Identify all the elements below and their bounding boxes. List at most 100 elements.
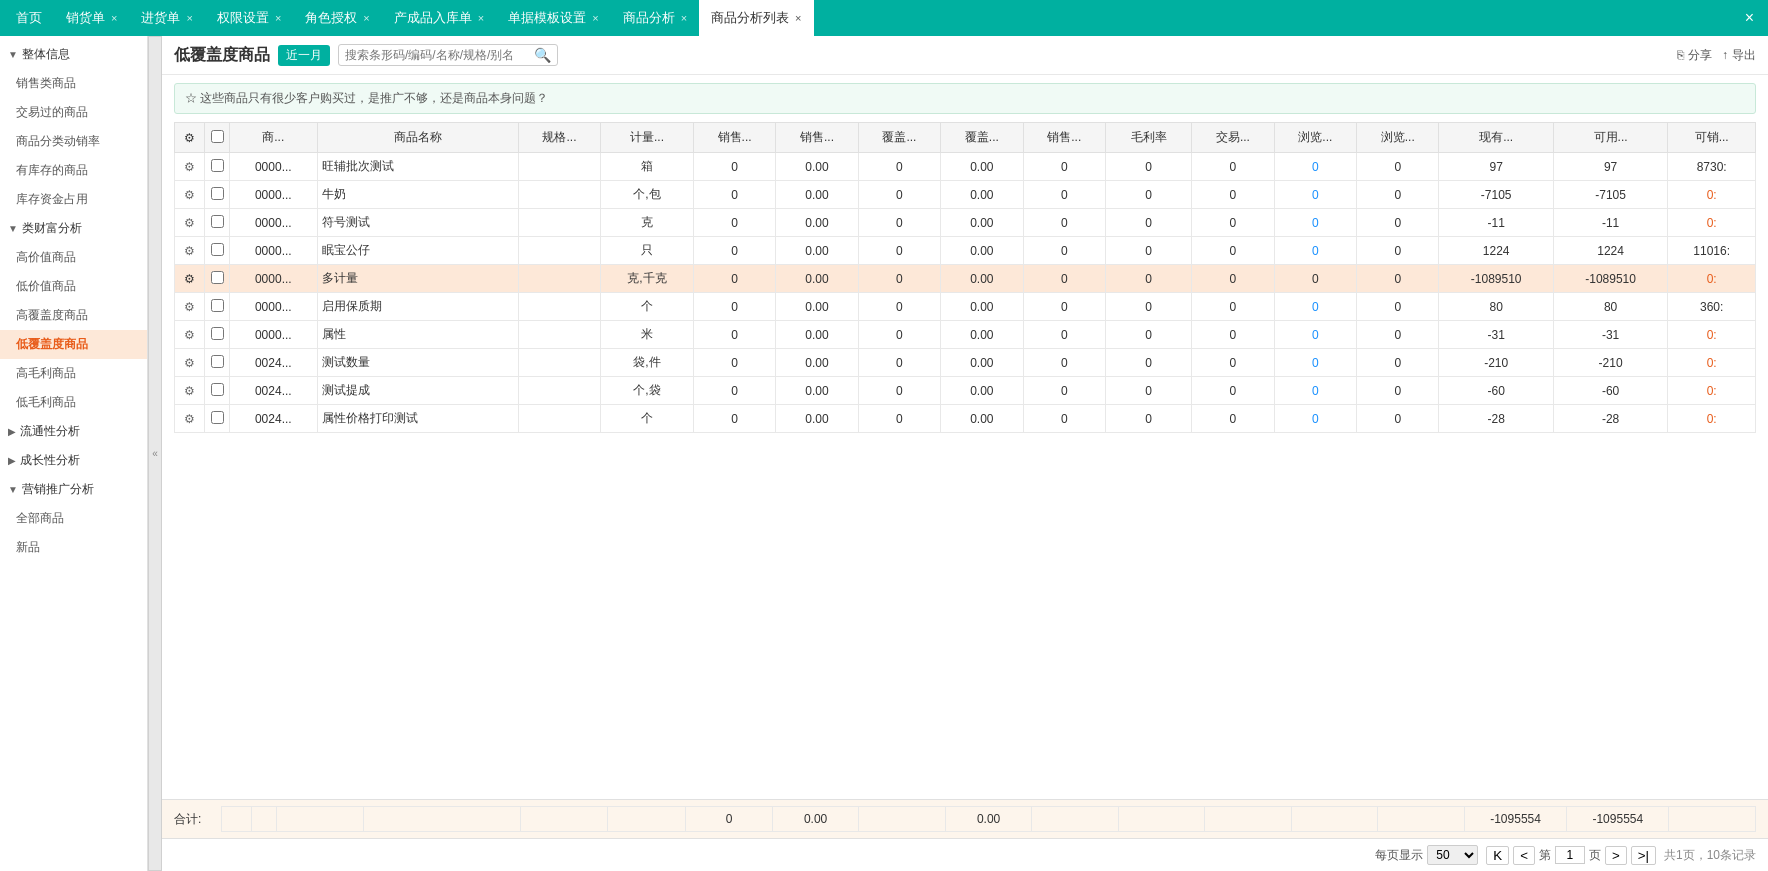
col-trans[interactable]: 交易... — [1192, 123, 1274, 153]
search-icon[interactable]: 🔍 — [534, 47, 551, 63]
sidebar-item-low-cover[interactable]: 低覆盖度商品 — [0, 330, 147, 359]
col-browse2[interactable]: 浏览... — [1357, 123, 1439, 153]
nav-sales[interactable]: 销货单 × — [54, 0, 129, 36]
row-check[interactable] — [205, 377, 230, 405]
row-check[interactable] — [205, 321, 230, 349]
row-settings[interactable]: ⚙ — [175, 321, 205, 349]
col-check[interactable] — [205, 123, 230, 153]
row-check[interactable] — [205, 293, 230, 321]
sidebar-item-stock-capital[interactable]: 库存资金占用 — [0, 185, 147, 214]
row-check[interactable] — [205, 181, 230, 209]
row-cover1: 0 — [858, 377, 940, 405]
row-browse1[interactable]: 0 — [1274, 237, 1356, 265]
last-page-btn[interactable]: >| — [1631, 846, 1656, 865]
nav-template-close[interactable]: × — [592, 12, 598, 24]
sidebar-item-new-goods[interactable]: 新品 — [0, 533, 147, 562]
sidebar-group-growth[interactable]: ▶ 成长性分析 — [0, 446, 147, 475]
col-sales-amt[interactable]: 销售... — [776, 123, 858, 153]
sidebar-item-low-value[interactable]: 低价值商品 — [0, 272, 147, 301]
nav-analysis[interactable]: 商品分析 × — [611, 0, 699, 36]
row-stock1: -1089510 — [1439, 265, 1553, 293]
sidebar-item-category-rate[interactable]: 商品分类动销率 — [0, 127, 147, 156]
sidebar-group-circulation[interactable]: ▶ 流通性分析 — [0, 417, 147, 446]
col-code[interactable]: 商... — [230, 123, 318, 153]
row-browse1[interactable]: 0 — [1274, 293, 1356, 321]
nav-analysis-list[interactable]: 商品分析列表 × — [699, 0, 813, 36]
nav-home[interactable]: 首页 — [4, 0, 54, 36]
row-browse1[interactable]: 0 — [1274, 181, 1356, 209]
row-settings[interactable]: ⚙ — [175, 153, 205, 181]
row-browse1[interactable]: 0 — [1274, 153, 1356, 181]
row-check[interactable] — [205, 237, 230, 265]
row-settings[interactable]: ⚙ — [175, 265, 205, 293]
page-input[interactable] — [1555, 846, 1585, 864]
nav-template[interactable]: 单据模板设置 × — [496, 0, 610, 36]
row-browse1[interactable]: 0 — [1274, 265, 1356, 293]
row-check[interactable] — [205, 349, 230, 377]
sidebar-item-sales-goods[interactable]: 销售类商品 — [0, 69, 147, 98]
nav-production-close[interactable]: × — [478, 12, 484, 24]
nav-purchase-close[interactable]: × — [186, 12, 192, 24]
next-page-btn[interactable]: > — [1605, 846, 1627, 865]
row-spec — [518, 153, 600, 181]
window-close-btn[interactable]: × — [1735, 9, 1764, 27]
row-check[interactable] — [205, 265, 230, 293]
row-settings[interactable]: ⚙ — [175, 377, 205, 405]
row-settings[interactable]: ⚙ — [175, 237, 205, 265]
nav-permissions-close[interactable]: × — [275, 12, 281, 24]
nav-roles[interactable]: 角色授权 × — [293, 0, 381, 36]
col-sales2[interactable]: 销售... — [1023, 123, 1105, 153]
share-btn[interactable]: ⎘ 分享 — [1677, 47, 1712, 64]
sidebar-collapse-btn[interactable]: « — [148, 36, 162, 871]
col-unit[interactable]: 计量... — [601, 123, 694, 153]
sidebar-item-high-value[interactable]: 高价值商品 — [0, 243, 147, 272]
first-page-btn[interactable]: K — [1486, 846, 1509, 865]
row-settings[interactable]: ⚙ — [175, 209, 205, 237]
col-spec[interactable]: 规格... — [518, 123, 600, 153]
row-browse1[interactable]: 0 — [1274, 377, 1356, 405]
sidebar-item-low-profit[interactable]: 低毛利商品 — [0, 388, 147, 417]
date-filter-btn[interactable]: 近一月 — [278, 45, 330, 66]
row-settings[interactable]: ⚙ — [175, 405, 205, 433]
row-check[interactable] — [205, 405, 230, 433]
col-sales-qty[interactable]: 销售... — [693, 123, 775, 153]
row-browse1[interactable]: 0 — [1274, 321, 1356, 349]
per-page-select[interactable]: 50 100 200 — [1427, 845, 1478, 865]
search-input[interactable] — [345, 48, 534, 62]
row-check[interactable] — [205, 209, 230, 237]
nav-analysis-list-close[interactable]: × — [795, 12, 801, 24]
row-browse1[interactable]: 0 — [1274, 209, 1356, 237]
nav-purchase[interactable]: 进货单 × — [129, 0, 204, 36]
nav-production[interactable]: 产成品入库单 × — [382, 0, 496, 36]
sidebar-group-wealth[interactable]: ▼ 类财富分析 — [0, 214, 147, 243]
sidebar-group-marketing[interactable]: ▼ 营销推广分析 — [0, 475, 147, 504]
sidebar-item-stock-goods[interactable]: 有库存的商品 — [0, 156, 147, 185]
col-usable[interactable]: 可用... — [1553, 123, 1667, 153]
sidebar-item-high-profit[interactable]: 高毛利商品 — [0, 359, 147, 388]
export-btn[interactable]: ↑ 导出 — [1722, 47, 1756, 64]
sidebar-item-high-cover[interactable]: 高覆盖度商品 — [0, 301, 147, 330]
row-settings[interactable]: ⚙ — [175, 293, 205, 321]
col-browse1[interactable]: 浏览... — [1274, 123, 1356, 153]
col-settings[interactable]: ⚙ — [175, 123, 205, 153]
row-browse1[interactable]: 0 — [1274, 405, 1356, 433]
nav-permissions[interactable]: 权限设置 × — [205, 0, 293, 36]
sidebar-item-traded-goods[interactable]: 交易过的商品 — [0, 98, 147, 127]
col-stock1[interactable]: 现有... — [1439, 123, 1553, 153]
col-sellable[interactable]: 可销... — [1668, 123, 1756, 153]
sidebar-item-all-goods[interactable]: 全部商品 — [0, 504, 147, 533]
col-cover2[interactable]: 覆盖... — [941, 123, 1023, 153]
nav-analysis-close[interactable]: × — [681, 12, 687, 24]
row-browse1[interactable]: 0 — [1274, 349, 1356, 377]
prev-page-btn[interactable]: < — [1513, 846, 1535, 865]
sidebar-group-overall[interactable]: ▼ 整体信息 — [0, 40, 147, 69]
col-cover1[interactable]: 覆盖... — [858, 123, 940, 153]
row-settings[interactable]: ⚙ — [175, 181, 205, 209]
col-name[interactable]: 商品名称 — [317, 123, 518, 153]
row-settings[interactable]: ⚙ — [175, 349, 205, 377]
nav-roles-close[interactable]: × — [363, 12, 369, 24]
col-gross-rate[interactable]: 毛利率 — [1105, 123, 1191, 153]
nav-sales-close[interactable]: × — [111, 12, 117, 24]
row-check[interactable] — [205, 153, 230, 181]
check-all[interactable] — [211, 130, 224, 143]
